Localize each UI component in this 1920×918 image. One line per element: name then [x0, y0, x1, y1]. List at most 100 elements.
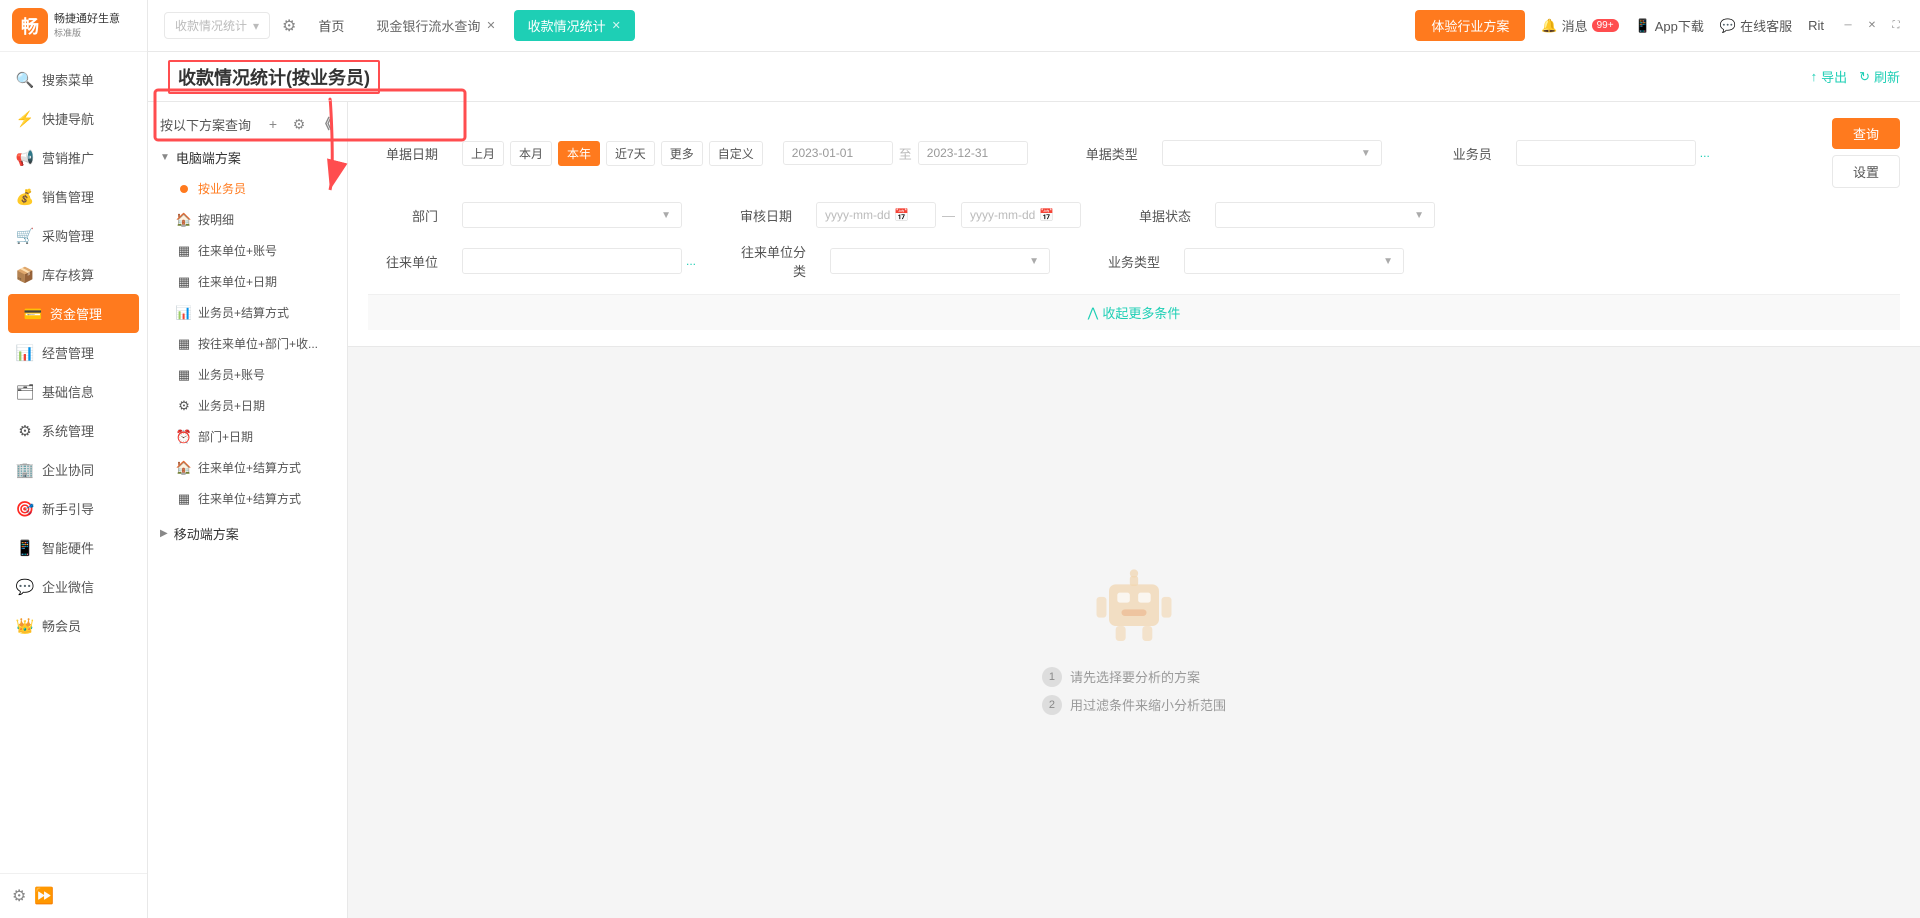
doc-type-select[interactable]: ▼ [1162, 140, 1382, 166]
add-scheme-icon[interactable]: + [263, 114, 283, 134]
dept-select[interactable]: ▼ [462, 202, 682, 228]
app-download[interactable]: 📱 App下载 [1635, 16, 1704, 35]
settings-bottom-icon[interactable]: ⚙ [12, 886, 26, 906]
collapse-filter-btn[interactable]: ⋀ 收起更多条件 [368, 294, 1900, 330]
sidebar-item-guide[interactable]: 🎯 新手引导 [0, 489, 147, 528]
date-btn-last7days[interactable]: 近7天 [606, 141, 655, 166]
tab-receipt[interactable]: 收款情况统计 ✕ [514, 10, 635, 41]
sidebar-item-operation[interactable]: 📊 经营管理 [0, 333, 147, 372]
scheme-item-staff-settle[interactable]: 📊 业务员+结算方式 [148, 297, 347, 328]
sidebar-item-purchase[interactable]: 🛒 采购管理 [0, 216, 147, 255]
doc-status-label: 单据状态 [1121, 206, 1191, 225]
scheme-item-label: 业务员+结算方式 [198, 304, 289, 321]
window-close-btn[interactable]: ✕ [1864, 18, 1880, 34]
sidebar-item-label: 营销推广 [42, 148, 94, 167]
doc-type-arrow: ▼ [1361, 148, 1371, 159]
topbar: 收款情况统计 ▾ ⚙ 首页 现金银行流水查询 ✕ 收款情况统计 ✕ 体验行业方案… [148, 0, 1920, 52]
service-icon: 💬 [1720, 18, 1736, 34]
scheme-settings-icon[interactable]: ⚙ [289, 114, 309, 134]
panel-header-title: 按以下方案查询 [160, 115, 251, 134]
content-area: 按以下方案查询 + ⚙ 《 ▼ 电脑端方案 按业务员 🏠 [148, 102, 1920, 918]
notification-badge: 99+ [1592, 19, 1619, 32]
tab-receipt-close[interactable]: ✕ [612, 19, 621, 32]
tab-bank[interactable]: 现金银行流水查询 ✕ [362, 10, 509, 41]
tab-bank-close[interactable]: ✕ [486, 19, 495, 32]
tab-home[interactable]: 首页 [304, 10, 358, 41]
sidebar-item-marketing[interactable]: 📢 营销推广 [0, 138, 147, 177]
sidebar-item-search[interactable]: 🔍 搜索菜单 [0, 60, 147, 99]
scheme-item-dept-date[interactable]: ⏰ 部门+日期 [148, 421, 347, 452]
detail-icon: 🏠 [176, 212, 192, 228]
biz-type-label: 业务类型 [1090, 252, 1160, 271]
date-to-input[interactable]: 2023-12-31 [918, 141, 1028, 165]
sidebar-item-basic[interactable]: 🗂 基础信息 [0, 372, 147, 411]
sidebar-item-label: 系统管理 [42, 421, 94, 440]
export-label: 导出 [1821, 67, 1847, 86]
sidebar-item-label: 采购管理 [42, 226, 94, 245]
date-from-input[interactable]: 2023-01-01 [783, 141, 893, 165]
pc-section-arrow: ▼ [160, 152, 170, 163]
settings-btn[interactable]: 设置 [1832, 155, 1900, 188]
collapse-panel-icon[interactable]: 《 [315, 114, 335, 134]
refresh-btn[interactable]: ↻ 刷新 [1859, 67, 1900, 86]
staff-select[interactable] [1516, 140, 1696, 166]
collapse-sidebar-icon[interactable]: ⏩ [34, 886, 54, 906]
online-service[interactable]: 💬 在线客服 [1720, 16, 1792, 35]
tab-receipt-label: 收款情况统计 [528, 16, 606, 35]
unit-dept-icon: ▦ [176, 336, 192, 352]
date-btn-custom[interactable]: 自定义 [709, 141, 763, 166]
sidebar-item-capital[interactable]: 💳 资金管理 [8, 294, 139, 333]
staff-more-btn[interactable]: ... [1700, 146, 1710, 160]
settings-gear-icon[interactable]: ⚙ [282, 16, 296, 36]
notification-area[interactable]: 🔔 消息 99+ [1541, 16, 1618, 35]
scheme-item-unit-date[interactable]: ▦ 往来单位+日期 [148, 266, 347, 297]
page-header-actions: ↑ 导出 ↻ 刷新 [1811, 67, 1900, 86]
scheme-item-by-detail[interactable]: 🏠 按明细 [148, 204, 347, 235]
date-btn-more[interactable]: 更多 [661, 141, 703, 166]
sidebar-item-system[interactable]: ⚙ 系统管理 [0, 411, 147, 450]
sidebar-item-hardware[interactable]: 📱 智能硬件 [0, 528, 147, 567]
sidebar-item-enterprise[interactable]: 🏢 企业协同 [0, 450, 147, 489]
scheme-item-staff-date[interactable]: ⚙ 业务员+日期 [148, 390, 347, 421]
doc-type-label: 单据类型 [1068, 144, 1138, 163]
sidebar-item-wechat[interactable]: 💬 企业微信 [0, 567, 147, 606]
partner-category-select[interactable]: ▼ [830, 248, 1050, 274]
scheme-item-unit-account[interactable]: ▦ 往来单位+账号 [148, 235, 347, 266]
download-icon: 📱 [1635, 18, 1651, 34]
empty-steps: 1 请先选择要分析的方案 2 用过滤条件来缩小分析范围 [1042, 667, 1226, 715]
partner-category-arrow: ▼ [1029, 256, 1039, 267]
scheme-item-label: 往来单位+结算方式 [198, 490, 301, 507]
scheme-item-unit-dept[interactable]: ▦ 按往来单位+部门+收... [148, 328, 347, 359]
pc-section-header[interactable]: ▼ 电脑端方案 [148, 142, 347, 173]
date-btn-this-month[interactable]: 本月 [510, 141, 552, 166]
biz-type-select[interactable]: ▼ [1184, 248, 1404, 274]
guide-icon: 🎯 [16, 500, 34, 518]
scheme-item-unit-settle2[interactable]: ▦ 往来单位+结算方式 [148, 483, 347, 514]
sidebar-item-quicknav[interactable]: ⚡ 快捷导航 [0, 99, 147, 138]
member-icon: 👑 [16, 617, 34, 635]
query-btn[interactable]: 查询 [1832, 118, 1900, 149]
window-maximize-btn[interactable]: ⛶ [1888, 18, 1904, 34]
tab-bar: 收款情况统计 ▾ ⚙ 首页 现金银行流水查询 ✕ 收款情况统计 ✕ [164, 10, 1403, 41]
quicknav-icon: ⚡ [16, 110, 34, 128]
partner-select[interactable] [462, 248, 682, 274]
date-btn-this-year[interactable]: 本年 [558, 141, 600, 166]
user-avatar[interactable]: Rit [1808, 18, 1824, 33]
mobile-section-header[interactable]: ▶ 移动端方案 [148, 518, 347, 549]
scheme-item-unit-settle1[interactable]: 🏠 往来单位+结算方式 [148, 452, 347, 483]
partner-label: 往来单位 [368, 252, 438, 271]
date-btn-last-month[interactable]: 上月 [462, 141, 504, 166]
scheme-item-staff-account[interactable]: ▦ 业务员+账号 [148, 359, 347, 390]
doc-status-select[interactable]: ▼ [1215, 202, 1435, 228]
mobile-section-label: 移动端方案 [174, 524, 239, 543]
audit-date-to[interactable]: yyyy-mm-dd 📅 [961, 202, 1081, 228]
export-btn[interactable]: ↑ 导出 [1811, 67, 1848, 86]
sidebar-item-member[interactable]: 👑 畅会员 [0, 606, 147, 645]
scheme-item-by-staff[interactable]: 按业务员 [148, 173, 347, 204]
sidebar-item-sales[interactable]: 💰 销售管理 [0, 177, 147, 216]
trial-btn[interactable]: 体验行业方案 [1415, 10, 1525, 41]
sidebar-item-inventory[interactable]: 📦 库存核算 [0, 255, 147, 294]
audit-date-from[interactable]: yyyy-mm-dd 📅 [816, 202, 936, 228]
partner-more-btn[interactable]: ... [686, 254, 696, 268]
window-minimize-btn[interactable]: ─ [1840, 18, 1856, 34]
